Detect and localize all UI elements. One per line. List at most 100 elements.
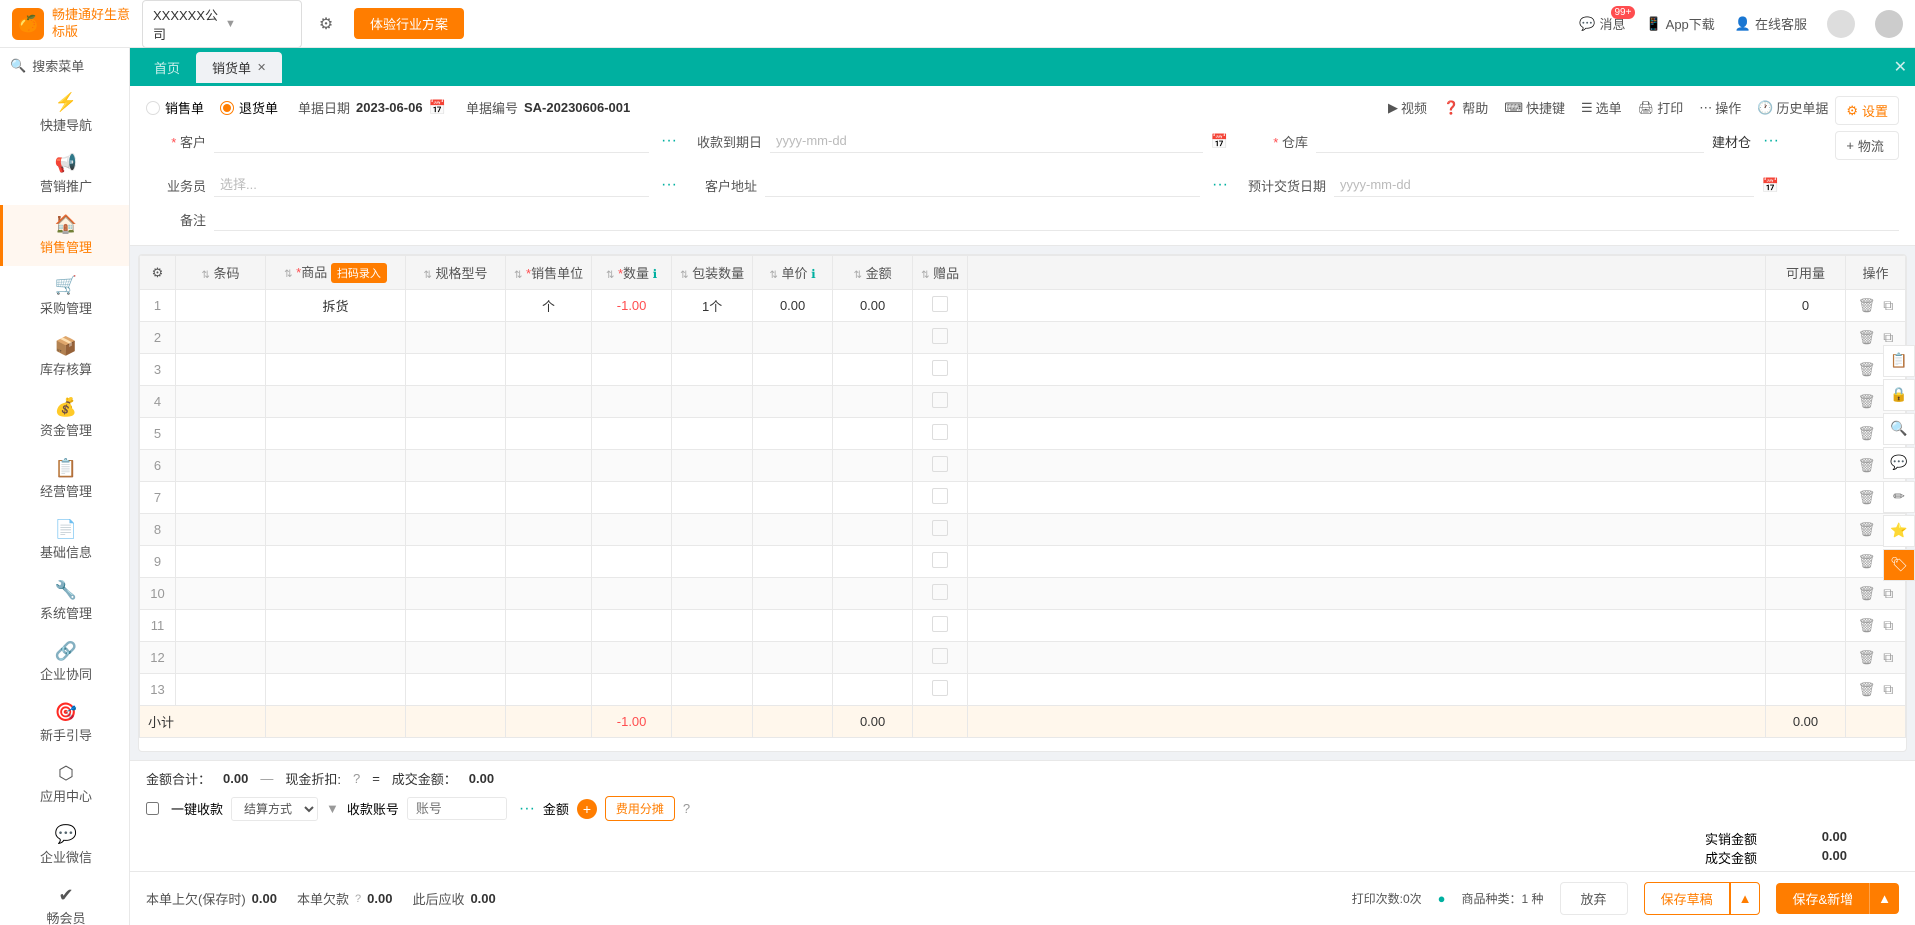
row-barcode[interactable] [176,290,266,322]
row-amount[interactable] [833,578,913,610]
row-spec[interactable] [406,578,506,610]
sidebar-item-jingying[interactable]: 📋 经营管理 [0,449,129,510]
row-notes[interactable] [968,386,1766,418]
scan-button[interactable]: 扫码录入 [331,263,387,283]
row-barcode[interactable] [176,322,266,354]
app-download-button[interactable]: 📱 App下载 [1645,14,1714,33]
row-amount[interactable] [833,514,913,546]
row-amount[interactable] [833,450,913,482]
row-product[interactable] [266,482,406,514]
row-unit[interactable] [506,418,592,450]
account-input[interactable] [407,797,507,820]
row-price[interactable] [753,546,833,578]
row-unit[interactable] [506,674,592,706]
copy-icon[interactable]: ⧉ [1883,681,1893,697]
row-spec[interactable] [406,354,506,386]
row-price[interactable] [753,514,833,546]
warehouse-dots-icon[interactable]: ··· [1763,132,1779,150]
sidebar-item-yingyong[interactable]: ⬡ 应用中心 [0,754,129,815]
delete-icon[interactable]: 🗑 [1858,585,1876,601]
tab-close-icon[interactable]: ✕ [257,61,266,74]
row-barcode[interactable] [176,418,266,450]
row-price[interactable] [753,386,833,418]
discount-help-icon[interactable]: ? [353,771,360,786]
tab-home[interactable]: 首页 [138,52,196,83]
row-amount[interactable] [833,674,913,706]
row-product[interactable] [266,578,406,610]
row-spec[interactable] [406,418,506,450]
settings-gear-button[interactable]: ⚙ [310,8,342,40]
row-barcode[interactable] [176,610,266,642]
row-packqty[interactable] [672,546,753,578]
row-amount[interactable] [833,418,913,450]
expected-calendar-icon[interactable]: 📅 [1762,177,1779,194]
trial-button[interactable]: 体验行业方案 [354,8,464,39]
radio-sale[interactable]: 销售单 [146,98,204,117]
row-notes[interactable] [968,514,1766,546]
delete-icon[interactable]: 🗑 [1858,681,1876,697]
table-scroll[interactable]: ⚙ ⇅ 条码 ⇅ *商品 扫码录入 ⇅ 规格型号 ⇅ *销售单位 ⇅ *数量 ℹ… [139,255,1906,751]
gift-checkbox[interactable] [932,584,948,600]
row-amount[interactable] [833,482,913,514]
gift-checkbox[interactable] [932,296,948,312]
sidebar-item-weixin[interactable]: 💬 企业微信 [0,815,129,876]
sidebar-item-caigou[interactable]: 🛒 采购管理 [0,266,129,327]
row-product[interactable]: 拆货 [266,290,406,322]
expense-help-icon[interactable]: ? [683,801,690,816]
th-settings[interactable]: ⚙ [140,256,176,290]
row-price[interactable] [753,450,833,482]
row-price[interactable] [753,482,833,514]
row-product[interactable] [266,322,406,354]
float-btn-4[interactable]: 💬 [1883,447,1915,479]
save-new-button[interactable]: 保存&新增 [1776,883,1869,914]
row-barcode[interactable] [176,578,266,610]
row-unit[interactable] [506,482,592,514]
remark-input[interactable] [214,207,1899,231]
shortcut-button[interactable]: ⌨ 快捷键 [1500,96,1569,119]
history-button[interactable]: 🕐 历史单据 [1753,96,1832,119]
customer-input[interactable] [214,129,649,153]
gift-checkbox[interactable] [932,424,948,440]
row-unit[interactable] [506,642,592,674]
row-qty[interactable] [592,642,672,674]
row-notes[interactable] [968,610,1766,642]
row-spec[interactable] [406,386,506,418]
gift-checkbox[interactable] [932,680,948,696]
avatar2[interactable] [1875,10,1903,38]
row-product[interactable] [266,642,406,674]
row-packqty[interactable] [672,322,753,354]
row-price[interactable] [753,578,833,610]
row-notes[interactable] [968,578,1766,610]
gift-checkbox[interactable] [932,328,948,344]
row-price[interactable] [753,418,833,450]
salesman-input[interactable] [214,173,649,197]
customer-dots-icon[interactable]: ··· [661,132,677,150]
gift-checkbox[interactable] [932,456,948,472]
copy-icon[interactable]: ⧉ [1883,297,1893,313]
row-spec[interactable] [406,322,506,354]
row-unit[interactable] [506,610,592,642]
delete-icon[interactable]: 🗑 [1858,521,1876,537]
row-amount[interactable] [833,610,913,642]
row-price[interactable]: 0.00 [753,290,833,322]
row-unit[interactable] [506,450,592,482]
expense-button[interactable]: 费用分摊 [605,796,675,821]
row-unit[interactable] [506,578,592,610]
float-btn-1[interactable]: 📋 [1883,345,1915,377]
copy-icon[interactable]: ⧉ [1883,329,1893,345]
row-notes[interactable] [968,450,1766,482]
row-price[interactable] [753,642,833,674]
save-new-arrow-button[interactable]: ▲ [1869,883,1899,914]
row-packqty[interactable] [672,578,753,610]
row-qty[interactable] [592,322,672,354]
row-qty[interactable] [592,482,672,514]
video-button[interactable]: ▶ 视频 [1384,96,1431,119]
row-notes[interactable] [968,642,1766,674]
float-btn-5[interactable]: ✏ [1883,481,1915,513]
float-btn-2[interactable]: 🔒 [1883,379,1915,411]
row-barcode[interactable] [176,386,266,418]
row-unit[interactable] [506,514,592,546]
row-gift[interactable] [913,450,968,482]
row-spec[interactable] [406,450,506,482]
salesman-dots-icon[interactable]: ··· [661,176,677,194]
